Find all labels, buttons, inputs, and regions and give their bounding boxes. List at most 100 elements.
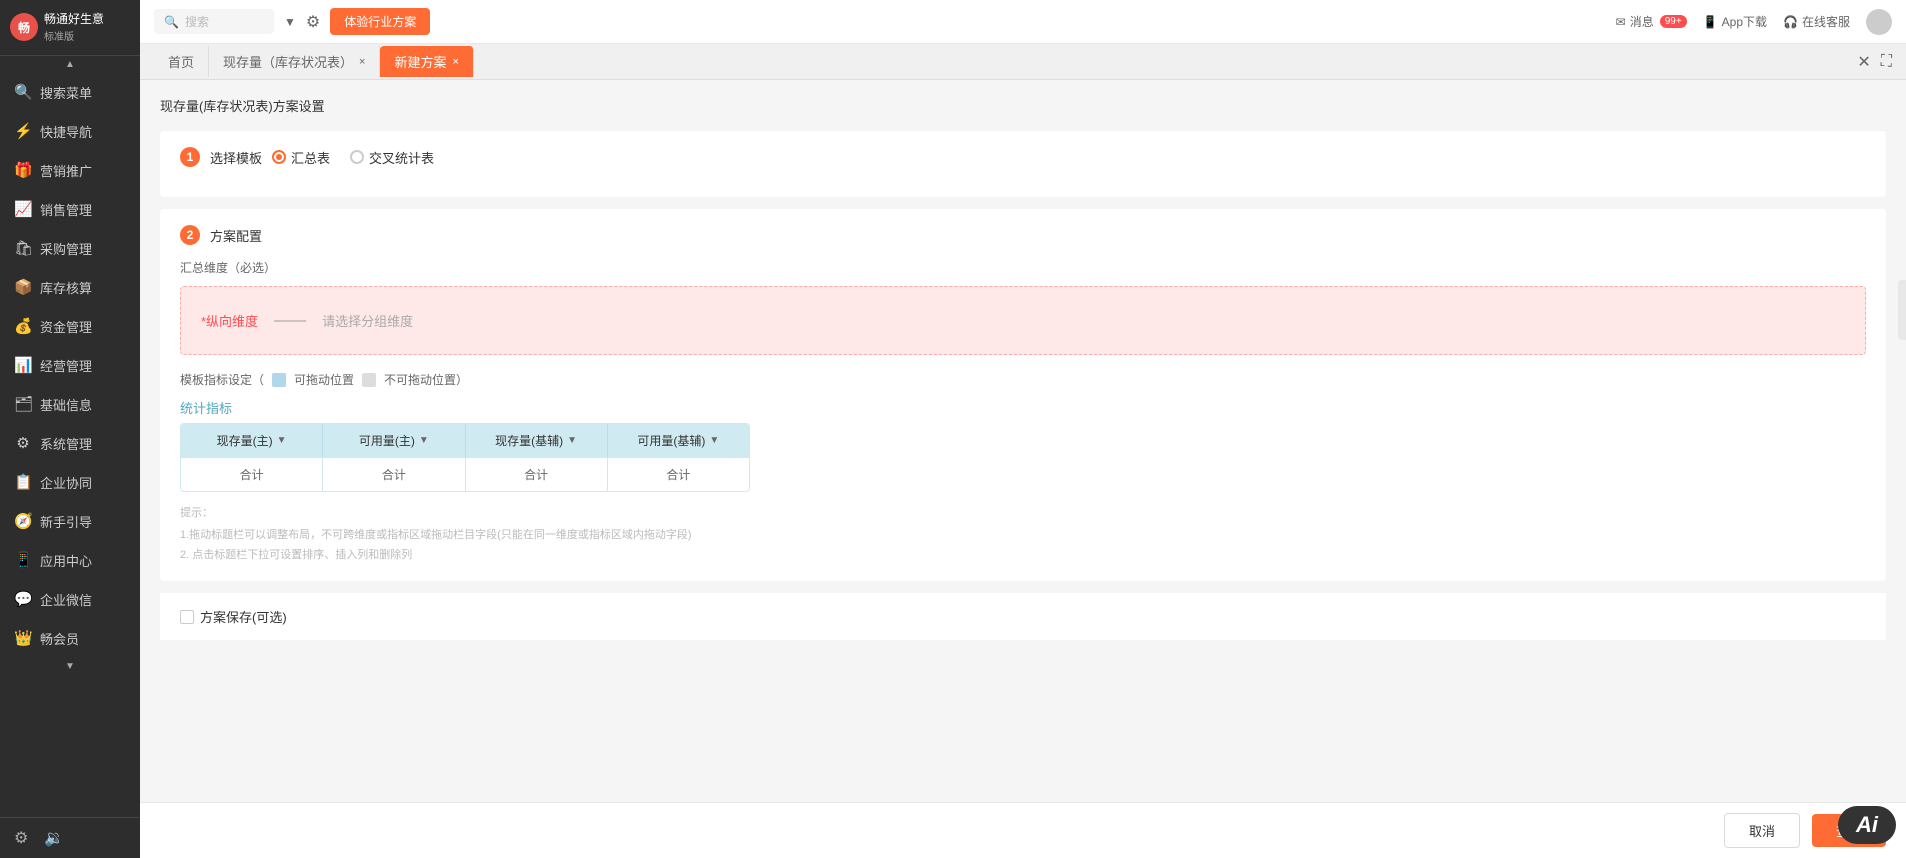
col-header-2: 现存量(基辅) ▼ xyxy=(466,424,608,457)
sidebar-item-contract[interactable]: 📋 企业协同 xyxy=(0,463,140,502)
sidebar-scroll-down[interactable]: ▼ xyxy=(0,658,140,675)
chevron-down-icon: ▼ xyxy=(284,15,296,29)
settings-icon[interactable]: ⚙ xyxy=(14,828,28,848)
col-dropdown-1[interactable]: ▼ xyxy=(419,435,429,446)
sidebar-item-label-guide: 新手引导 xyxy=(40,512,92,531)
sidebar-item-search[interactable]: 🔍 搜索菜单 xyxy=(0,73,140,112)
inventory-icon: 📦 xyxy=(14,278,32,296)
sidebar-item-finance[interactable]: 💰 资金管理 xyxy=(0,307,140,346)
tab-inventory-close[interactable]: × xyxy=(359,56,365,68)
tab-inventory[interactable]: 现存量（库存状况表） × xyxy=(209,46,380,77)
cell-2: 合计 xyxy=(466,458,608,491)
sidebar-item-shortcut[interactable]: ⚡ 快捷导航 xyxy=(0,112,140,151)
sidebar: 畅 畅通好生意 标准版 ▲ 🔍 搜索菜单 ⚡ 快捷导航 🎁 营销推广 📈 销售管… xyxy=(0,0,140,858)
sidebar-item-sales[interactable]: 📈 销售管理 xyxy=(0,190,140,229)
tip-1: 1.拖动标题栏可以调整布局，不可跨维度或指标区域拖动栏目字段(只能在同一维度或指… xyxy=(180,526,1866,546)
system-icon: ⚙ xyxy=(14,434,32,452)
radio-summary-dot xyxy=(272,150,286,164)
modal-close-btn[interactable]: ✕ xyxy=(1857,52,1870,72)
message-badge: 99+ xyxy=(1660,15,1687,28)
stats-table-row: 合计 合计 合计 合计 xyxy=(181,457,749,491)
col-dropdown-0[interactable]: ▼ xyxy=(277,435,287,446)
tip-2: 2. 点击标题栏下拉可设置排序、插入列和删除列 xyxy=(180,546,1866,566)
col-label-2: 现存量(基辅) xyxy=(495,432,563,449)
cell-0: 合计 xyxy=(181,458,323,491)
search-bar[interactable]: 🔍 搜索 xyxy=(154,9,274,34)
dim-placeholder: 请选择分组维度 xyxy=(322,311,413,330)
sales-icon: 📈 xyxy=(14,200,32,218)
trial-btn[interactable]: 体验行业方案 xyxy=(330,8,430,35)
radio-cross-dot xyxy=(350,150,364,164)
contract-icon: 📋 xyxy=(14,473,32,491)
tab-home[interactable]: 首页 xyxy=(154,46,209,77)
user-avatar[interactable] xyxy=(1866,9,1892,35)
step1-title: 选择模板 xyxy=(210,148,262,167)
sidebar-item-label-finance: 资金管理 xyxy=(40,317,92,336)
message-icon: ✉ xyxy=(1616,15,1626,29)
search-icon: 🔍 xyxy=(164,15,179,29)
sidebar-item-label-operations: 经营管理 xyxy=(40,356,92,375)
dimension-box[interactable]: *纵向维度 —— 请选择分组维度 xyxy=(180,286,1866,355)
sidebar-item-inventory[interactable]: 📦 库存核算 xyxy=(0,268,140,307)
guide-icon: 🧭 xyxy=(14,512,32,530)
stats-table-header: 现存量(主) ▼ 可用量(主) ▼ 现存量(基辅) ▼ 可用量(基辅) ▼ xyxy=(181,424,749,457)
apps-icon: 📱 xyxy=(14,551,32,569)
cancel-button[interactable]: 取消 xyxy=(1724,813,1800,848)
step2-number: 2 xyxy=(180,225,200,245)
topbar-right: ✉ 消息 99+ 📱 App下载 🎧 在线客服 xyxy=(1616,9,1892,35)
sidebar-item-operations[interactable]: 📊 经营管理 xyxy=(0,346,140,385)
step2-section: 2 方案配置 汇总维度（必选） *纵向维度 —— 请选择分组维度 模板指标设定（… xyxy=(160,209,1886,581)
radio-summary[interactable]: 汇总表 xyxy=(272,148,330,167)
topbar-dropdown[interactable]: ▼ xyxy=(284,15,296,29)
sidebar-item-label-wechat: 企业微信 xyxy=(40,590,92,609)
app-download-icon: 📱 xyxy=(1703,15,1718,29)
save-checkbox[interactable] xyxy=(180,610,194,624)
col-dropdown-3[interactable]: ▼ xyxy=(709,435,719,446)
topbar-gear-icon[interactable]: ⚙ xyxy=(306,12,320,32)
finance-icon: 💰 xyxy=(14,317,32,335)
sidebar-scroll-up[interactable]: ▲ xyxy=(0,56,140,73)
radio-cross[interactable]: 交叉统计表 xyxy=(350,148,434,167)
tab-new-plan-label: 新建方案 xyxy=(394,52,446,71)
sidebar-item-apps[interactable]: 📱 应用中心 xyxy=(0,541,140,580)
message-label: 消息 xyxy=(1630,13,1654,30)
wechat-icon: 💬 xyxy=(14,590,32,608)
sidebar-item-marketing[interactable]: 🎁 营销推广 xyxy=(0,151,140,190)
dim-required-label: *纵向维度 xyxy=(201,311,258,330)
sidebar-item-purchase[interactable]: 🛍 采购管理 xyxy=(0,229,140,268)
col-header-3: 可用量(基辅) ▼ xyxy=(608,424,749,457)
online-service-btn[interactable]: 🎧 在线客服 xyxy=(1783,13,1850,30)
member-icon: 👑 xyxy=(14,629,32,647)
modal-expand-btn[interactable]: ⛶ xyxy=(1881,53,1892,71)
sidebar-item-guide[interactable]: 🧭 新手引导 xyxy=(0,502,140,541)
basic-icon: 🗂 xyxy=(14,395,32,413)
purchase-icon: 🛍 xyxy=(14,239,32,257)
col-header-1: 可用量(主) ▼ xyxy=(323,424,465,457)
audio-icon[interactable]: 🔉 xyxy=(44,828,64,848)
operations-icon: 📊 xyxy=(14,356,32,374)
sidebar-item-basic[interactable]: 🗂 基础信息 xyxy=(0,385,140,424)
step1-header: 1 选择模板 汇总表 交叉统计表 xyxy=(180,147,1866,167)
sidebar-item-label-system: 系统管理 xyxy=(40,434,92,453)
bottom-bar: 取消 查询 xyxy=(140,802,1906,858)
sidebar-item-system[interactable]: ⚙ 系统管理 xyxy=(0,424,140,463)
tab-new-plan-close[interactable]: × xyxy=(452,56,458,68)
sidebar-item-label-contract: 企业协同 xyxy=(40,473,92,492)
step1-number: 1 xyxy=(180,147,200,167)
tabs-bar: 首页 现存量（库存状况表） × 新建方案 × ✕ ⛶ xyxy=(140,44,1906,80)
col-dropdown-2[interactable]: ▼ xyxy=(567,435,577,446)
sidebar-item-label-sales: 销售管理 xyxy=(40,200,92,219)
template-radio-group: 汇总表 交叉统计表 xyxy=(272,148,434,167)
save-checkbox-label[interactable]: 方案保存(可选) xyxy=(180,607,287,626)
col-header-0: 现存量(主) ▼ xyxy=(181,424,323,457)
sidebar-item-wechat[interactable]: 💬 企业微信 xyxy=(0,580,140,619)
sidebar-item-member[interactable]: 👑 畅会员 xyxy=(0,619,140,658)
radio-cross-label: 交叉统计表 xyxy=(369,148,434,167)
col-label-1: 可用量(主) xyxy=(359,432,415,449)
message-btn[interactable]: ✉ 消息 99+ xyxy=(1616,13,1687,30)
app-download-btn[interactable]: 📱 App下载 xyxy=(1703,13,1767,30)
app-name: 畅通好生意 xyxy=(44,12,104,28)
col-label-0: 现存量(主) xyxy=(217,432,273,449)
right-edge-btn[interactable] xyxy=(1898,280,1906,340)
tab-new-plan[interactable]: 新建方案 × xyxy=(380,46,473,77)
